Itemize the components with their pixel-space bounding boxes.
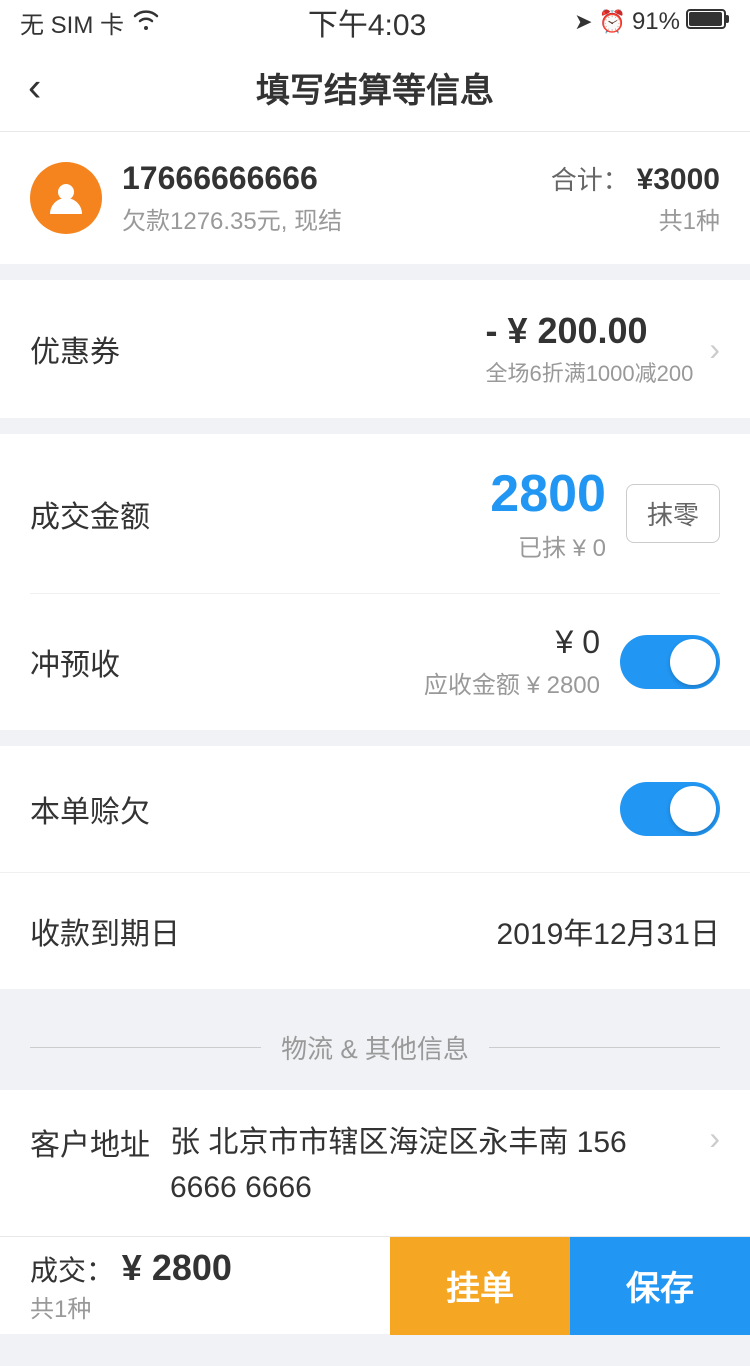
prepay-amount: ¥ 0 bbox=[424, 624, 600, 661]
deal-section: 成交金额 2800 已抹 ¥ 0 抹零 冲预收 ¥ 0 应收金额 ¥ 2800 bbox=[0, 434, 750, 730]
deferred-row: 本单赊欠 bbox=[0, 746, 750, 873]
address-chevron-icon: › bbox=[709, 1120, 720, 1157]
bottom-deal-label: 成交： bbox=[30, 1255, 114, 1286]
customer-row: 17666666666 欠款1276.35元, 现结 合计： ¥3000 共1种 bbox=[0, 132, 750, 264]
customer-phone: 17666666666 bbox=[122, 160, 342, 197]
main-content: 17666666666 欠款1276.35元, 现结 合计： ¥3000 共1种… bbox=[0, 132, 750, 1366]
due-date-row: 收款到期日 2019年12月31日 bbox=[0, 873, 750, 989]
status-left: 无 SIM 卡 bbox=[20, 5, 160, 40]
avatar bbox=[30, 162, 102, 234]
address-section: 客户地址 张 北京市市辖区海淀区永丰南 156 6666 6666 › bbox=[0, 1090, 750, 1240]
total-count: 共1种 bbox=[551, 201, 720, 236]
prepay-row: 冲预收 ¥ 0 应收金额 ¥ 2800 bbox=[30, 594, 720, 730]
divider-line-left bbox=[30, 1047, 261, 1048]
back-button[interactable]: ‹ bbox=[28, 65, 41, 110]
chevron-right-icon: › bbox=[709, 331, 720, 368]
status-time: 下午4:03 bbox=[308, 0, 426, 44]
battery-icon bbox=[686, 8, 730, 37]
bottom-deal-count: 共1种 bbox=[30, 1289, 360, 1324]
status-right: ➤ ⏰ 91% bbox=[574, 8, 730, 37]
deferred-label: 本单赊欠 bbox=[30, 787, 150, 831]
location-icon: ➤ bbox=[574, 9, 592, 35]
prepay-label: 冲预收 bbox=[30, 640, 120, 684]
nav-bar: ‹ 填写结算等信息 bbox=[0, 44, 750, 132]
address-value: 张 北京市市辖区海淀区永丰南 156 6666 6666 bbox=[170, 1120, 699, 1210]
deferred-toggle[interactable] bbox=[620, 782, 720, 836]
due-date-label: 收款到期日 bbox=[30, 909, 180, 953]
deal-subtext: 已抹 ¥ 0 bbox=[490, 528, 606, 563]
coupon-card: 优惠券 - ¥ 200.00 全场6折满1000减200 › bbox=[0, 280, 750, 418]
customer-subtext: 欠款1276.35元, 现结 bbox=[122, 201, 342, 236]
coupon-subtext: 全场6折满1000减200 bbox=[485, 356, 693, 388]
coupon-discount: - ¥ 200.00 bbox=[485, 310, 693, 352]
clock-icon: ⏰ bbox=[599, 9, 626, 35]
customer-card: 17666666666 欠款1276.35元, 现结 合计： ¥3000 共1种 bbox=[0, 132, 750, 264]
deal-label: 成交金额 bbox=[30, 492, 150, 536]
coupon-label: 优惠券 bbox=[30, 327, 120, 371]
page-title: 填写结算等信息 bbox=[256, 63, 494, 112]
round-button[interactable]: 抹零 bbox=[626, 484, 720, 543]
status-bar: 无 SIM 卡 下午4:03 ➤ ⏰ 91% bbox=[0, 0, 750, 44]
total-value: ¥3000 bbox=[637, 163, 720, 196]
deal-amount-row: 成交金额 2800 已抹 ¥ 0 抹零 bbox=[30, 434, 720, 594]
divider-line-right bbox=[489, 1047, 720, 1048]
carrier-text: 无 SIM 卡 bbox=[20, 5, 124, 40]
coupon-row[interactable]: 优惠券 - ¥ 200.00 全场6折满1000减200 › bbox=[0, 280, 750, 418]
due-date-value: 2019年12月31日 bbox=[497, 909, 720, 953]
divider-label: 物流 & 其他信息 bbox=[0, 1005, 750, 1090]
deal-amount: 2800 bbox=[490, 464, 606, 524]
prepay-subtext: 应收金额 ¥ 2800 bbox=[424, 665, 600, 700]
wifi-icon bbox=[132, 8, 160, 37]
bottom-deal-amount: ¥ 2800 bbox=[122, 1247, 232, 1288]
address-row[interactable]: 客户地址 张 北京市市辖区海淀区永丰南 156 6666 6666 › bbox=[0, 1090, 750, 1240]
total-label: 合计： bbox=[551, 165, 629, 195]
deferred-section: 本单赊欠 收款到期日 2019年12月31日 bbox=[0, 746, 750, 989]
address-label: 客户地址 bbox=[30, 1120, 150, 1164]
bottom-summary: 成交： ¥ 2800 共1种 bbox=[0, 1247, 390, 1324]
bottom-bar: 成交： ¥ 2800 共1种 挂单 保存 bbox=[0, 1236, 750, 1334]
pending-button[interactable]: 挂单 bbox=[390, 1237, 570, 1335]
divider-text: 物流 & 其他信息 bbox=[281, 1029, 469, 1066]
prepay-toggle[interactable] bbox=[620, 635, 720, 689]
battery-text: 91% bbox=[632, 8, 680, 36]
save-button[interactable]: 保存 bbox=[570, 1237, 750, 1335]
